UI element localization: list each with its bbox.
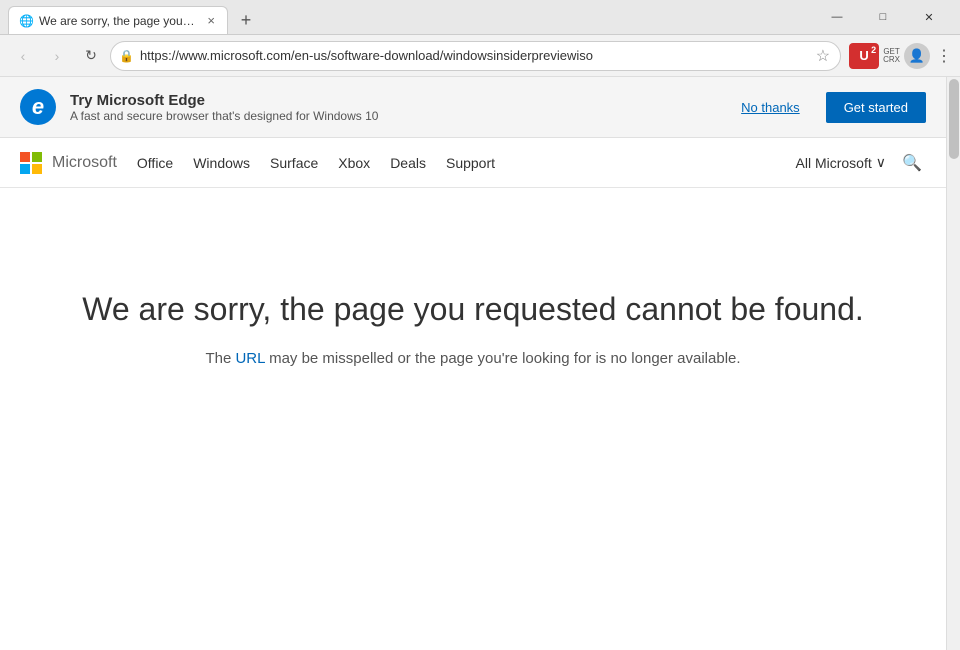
error-url-label: URL [235,350,264,367]
edge-promo-banner: e Try Microsoft Edge A fast and secure b… [0,77,946,138]
get-started-button[interactable]: Get started [826,92,926,123]
back-button[interactable]: ‹ [8,41,38,71]
profile-button[interactable]: 👤 [904,43,930,69]
error-subtext: The URL may be misspelled or the page yo… [205,350,740,367]
ms-logo-blue [20,164,30,174]
maximize-button[interactable]: □ [860,0,906,35]
edge-logo: e [20,89,56,125]
error-subtext-suffix: may be misspelled or the page you're loo… [265,350,741,367]
ms-nav-right: All Microsoft ∨ 🔍 [796,149,926,177]
ms-logo-green [32,152,42,162]
all-microsoft-button[interactable]: All Microsoft ∨ [796,154,886,171]
badge-count: 2 [871,45,876,55]
tab-title: We are sorry, the page you requ... [39,14,197,28]
ms-logo-yellow [32,164,42,174]
window-controls: — □ ✕ [814,0,952,35]
error-heading: We are sorry, the page you requested can… [82,289,864,331]
scrollbar-thumb[interactable] [949,79,959,159]
navigation-bar: ‹ › ↻ 🔒 ☆ U 2 GETCRX 👤 ⋮ [0,35,960,77]
tabs-area: 🌐 We are sorry, the page you requ... × + [8,0,810,34]
close-button[interactable]: ✕ [906,0,952,35]
nav-link-deals[interactable]: Deals [390,155,426,171]
new-tab-button[interactable]: + [232,6,260,34]
get-crx-label: GETCRX [883,48,900,64]
ms-logo-area: Microsoft [20,152,117,174]
browser-menu-button[interactable]: ⋮ [936,46,952,66]
all-microsoft-label: All Microsoft [796,155,872,171]
refresh-button[interactable]: ↻ [76,41,106,71]
nav-link-surface[interactable]: Surface [270,155,318,171]
all-microsoft-chevron: ∨ [876,154,886,171]
edge-promo-text: Try Microsoft Edge A fast and secure bro… [70,92,727,123]
nav-link-office[interactable]: Office [137,155,173,171]
error-subtext-prefix: The [205,350,235,367]
nav-link-support[interactable]: Support [446,155,495,171]
edge-logo-letter: e [32,94,44,120]
edge-promo-title: Try Microsoft Edge [70,92,727,109]
forward-button[interactable]: › [42,41,72,71]
scrollbar-track[interactable] [946,77,960,650]
ms-logo-red [20,152,30,162]
browser-content-area: e Try Microsoft Edge A fast and secure b… [0,77,960,650]
address-bar[interactable] [140,48,810,63]
nav-link-windows[interactable]: Windows [193,155,250,171]
lock-icon: 🔒 [119,49,134,63]
tab-favicon: 🌐 [19,14,33,28]
active-tab[interactable]: 🌐 We are sorry, the page you requ... × [8,6,228,34]
nav-link-xbox[interactable]: Xbox [338,155,370,171]
ms-search-icon[interactable]: 🔍 [898,149,926,177]
address-bar-container: 🔒 ☆ [110,41,841,71]
microsoft-logo-text: Microsoft [52,154,117,172]
ms-nav-links: Office Windows Surface Xbox Deals Suppor… [137,155,796,171]
extension-badge[interactable]: U 2 [849,43,879,69]
tab-close-button[interactable]: × [207,13,215,28]
microsoft-nav: Microsoft Office Windows Surface Xbox De… [0,138,946,188]
no-thanks-button[interactable]: No thanks [741,100,800,115]
page-content: e Try Microsoft Edge A fast and secure b… [0,77,946,650]
error-content: We are sorry, the page you requested can… [0,188,946,468]
extensions-area: U 2 GETCRX 👤 ⋮ [849,43,952,69]
edge-promo-subtitle: A fast and secure browser that's designe… [70,109,727,123]
title-bar: 🌐 We are sorry, the page you requ... × +… [0,0,960,35]
minimize-button[interactable]: — [814,0,860,35]
microsoft-logo-grid [20,152,42,174]
bookmark-star-icon[interactable]: ☆ [816,46,830,66]
